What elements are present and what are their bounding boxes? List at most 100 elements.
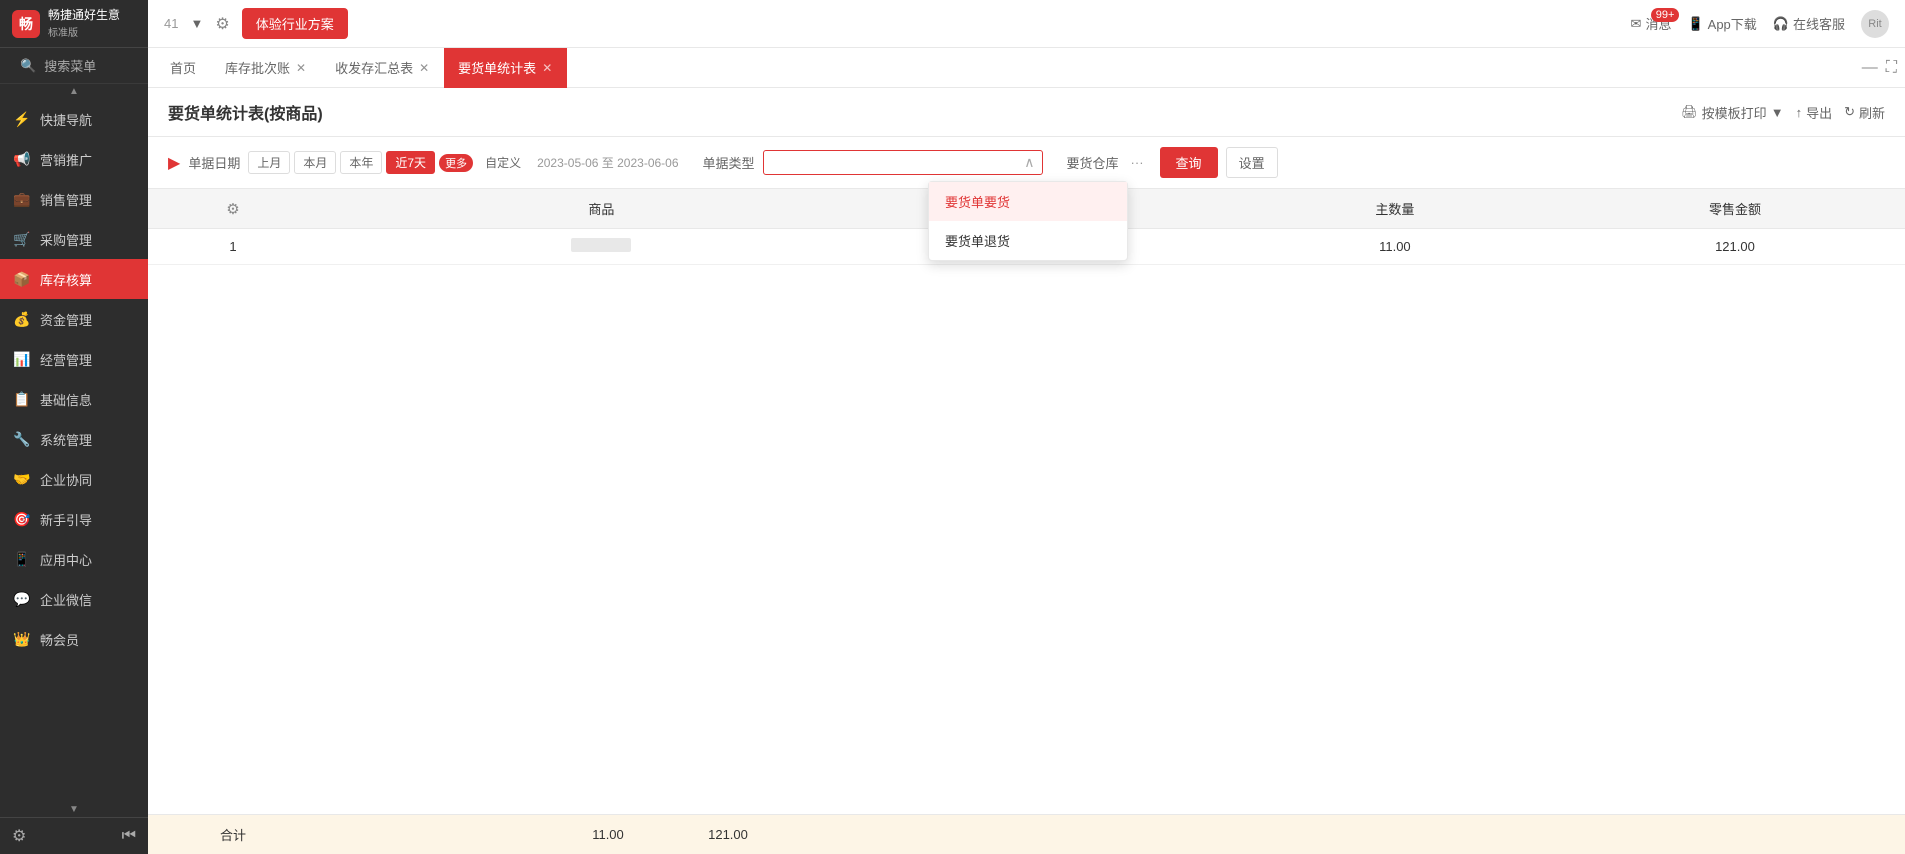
export-btn[interactable]: ↑ 导出 [1796,103,1833,122]
date-range-display: 2023-05-06 至 2023-06-06 [537,154,678,171]
collapse-icon[interactable]: ⏮ [122,827,136,845]
refresh-btn[interactable]: ↻ 刷新 [1844,103,1885,122]
tab-label-inventory-batch: 库存批次账 [225,58,290,77]
sidebar-item-operations[interactable]: 📊 经营管理 [0,339,148,379]
service-icon: 🎧 [1773,16,1789,32]
nav-icon-wechat: 💬 [12,589,32,609]
type-input-wrap: ∧ [763,150,1043,175]
header-gear-icon[interactable]: ⚙ [215,14,229,34]
sidebar-item-enterprise[interactable]: 🤝 企业协同 [0,459,148,499]
sidebar-bottom: ⚙ ⏮ [0,817,148,854]
type-dropdown: 要货单要货 要货单退货 [928,181,1128,261]
type-filter-input[interactable] [763,150,1043,175]
tab-fullscreen-icon[interactable]: ⛶ [1886,59,1897,77]
sidebar-scroll-up[interactable]: ▲ [0,84,148,99]
table-wrap: ⚙ 商品 主计量单位 主数量 零售金额 1 块 11.00 121.00 [148,189,1905,814]
refresh-label: 刷新 [1859,103,1885,122]
footer-label: 合计 [220,825,420,844]
logo-icon: 畅 [12,10,40,38]
nav-icon-basic: 📋 [12,389,32,409]
date-shortcuts: 上月 本月 本年 近7天 更多 自定义 [248,151,529,174]
sidebar-scroll-down[interactable]: ▼ [0,802,148,817]
footer-amount: 121.00 [668,827,788,842]
tab-close-receive-summary[interactable]: ✕ [419,61,429,75]
sidebar: 畅 畅捷通好生意 标准版 🔍 搜索菜单 ▲ ⚡ 快捷导航 📢 营销推广 💼 销售… [0,0,148,854]
nav-label-enterprise: 企业协同 [40,470,92,489]
tab-close-order-stats[interactable]: ✕ [542,61,552,75]
app-icon: 📱 [1687,16,1703,32]
dropdown-item-return[interactable]: 要货单退货 [929,221,1127,260]
nav-label-operations: 经营管理 [40,350,92,369]
tab-minimize-icon[interactable]: — [1862,59,1878,77]
nav-label-marketing: 营销推广 [40,150,92,169]
logo-text-wrap: 畅捷通好生意 标准版 [48,8,120,39]
sidebar-item-quick-nav[interactable]: ⚡ 快捷导航 [0,99,148,139]
tabs-bar: 首页库存批次账✕收发存汇总表✕要货单统计表✕ — ⛶ [148,48,1905,88]
sidebar-item-basic[interactable]: 📋 基础信息 [0,379,148,419]
sidebar-item-wechat[interactable]: 💬 企业微信 [0,579,148,619]
date-btn-last-month[interactable]: 上月 [248,151,290,174]
sidebar-item-appstore[interactable]: 📱 应用中心 [0,539,148,579]
print-label: 按模板打印 [1702,103,1767,122]
date-more-badge[interactable]: 更多 [439,154,473,172]
th-goods: 商品 [318,189,885,229]
search-menu[interactable]: 🔍 搜索菜单 [0,48,148,84]
tab-label-receive-summary: 收发存汇总表 [335,58,413,77]
th-amount: 零售金额 [1565,189,1905,229]
print-icon: 🖨 [1681,104,1698,120]
tab-close-inventory-batch[interactable]: ✕ [296,61,306,75]
refresh-icon: ↻ [1844,104,1855,120]
type-filter-label: 单据类型 [703,153,755,172]
page-header-actions: 🖨 按模板打印 ▼ ↑ 导出 ↻ 刷新 [1681,103,1885,134]
tab-receive-summary[interactable]: 收发存汇总表 ✕ [321,48,444,88]
sidebar-item-system[interactable]: 🔧 系统管理 [0,419,148,459]
messages-btn[interactable]: ✉ 消息 99+ [1631,14,1672,33]
set-btn[interactable]: 设置 [1226,147,1278,178]
query-btn[interactable]: 查询 [1160,147,1218,178]
sidebar-item-sales[interactable]: 💼 销售管理 [0,179,148,219]
sidebar-item-marketing[interactable]: 📢 营销推广 [0,139,148,179]
tab-inventory-batch[interactable]: 库存批次账 ✕ [211,48,321,88]
date-custom-btn[interactable]: 自定义 [477,152,529,173]
type-input-clear-icon[interactable]: ∧ [1024,154,1034,171]
filter-toggle-btn[interactable]: ▶ [168,153,180,173]
sidebar-item-finance[interactable]: 💰 资金管理 [0,299,148,339]
nav-icon-system: 🔧 [12,429,32,449]
tab-count-dropdown[interactable]: ▼ [190,16,203,31]
online-service-btn[interactable]: 🎧 在线客服 [1773,14,1845,33]
date-filter-label: 单据日期 [188,153,240,172]
chevron-down-icon: ▼ [190,16,203,31]
date-btn-this-year[interactable]: 本年 [340,151,382,174]
date-btn-7days[interactable]: 近7天 [386,151,435,174]
nav-icon-sales: 💼 [12,189,32,209]
sidebar-item-vip[interactable]: 👑 畅会员 [0,619,148,659]
app-download-btn[interactable]: 📱 App下载 [1687,14,1756,33]
date-btn-this-month[interactable]: 本月 [294,151,336,174]
page-title: 要货单统计表(按商品) [168,100,323,136]
nav-label-guide: 新手引导 [40,510,92,529]
sidebar-item-purchase[interactable]: 🛒 采购管理 [0,219,148,259]
nav-label-appstore: 应用中心 [40,550,92,569]
sidebar-item-guide[interactable]: 🎯 新手引导 [0,499,148,539]
goods-placeholder-0 [571,238,631,252]
sidebar-item-inventory[interactable]: 📦 库存核算 [0,259,148,299]
page-header: 要货单统计表(按商品) 🖨 按模板打印 ▼ ↑ 导出 ↻ 刷新 [148,88,1905,137]
warehouse-ellipsis-btn[interactable]: ··· [1131,155,1144,170]
main-area: 41 ▼ ⚙ 体验行业方案 ✉ 消息 99+ 📱 App下载 🎧 在线客服 Ri… [148,0,1905,854]
user-avatar[interactable]: Rit [1861,10,1889,38]
tab-home[interactable]: 首页 [156,48,211,88]
tab-order-stats[interactable]: 要货单统计表✕ [444,48,567,88]
header-left: 41 ▼ ⚙ 体验行业方案 [164,8,348,39]
print-chevron-icon: ▼ [1771,105,1784,120]
sidebar-nav: ⚡ 快捷导航 📢 营销推广 💼 销售管理 🛒 采购管理 📦 库存核算 💰 资金管… [0,99,148,802]
sidebar-logo: 畅 畅捷通好生意 标准版 [0,0,148,48]
dropdown-item-order[interactable]: 要货单要货 [929,182,1127,221]
search-icon: 🔍 [20,58,36,74]
th-gear[interactable]: ⚙ [148,189,318,229]
nav-icon-inventory: 📦 [12,269,32,289]
cell-goods-0 [318,229,885,265]
industry-btn[interactable]: 体验行业方案 [242,8,348,39]
nav-icon-guide: 🎯 [12,509,32,529]
settings-icon[interactable]: ⚙ [12,826,26,846]
print-template-btn[interactable]: 🖨 按模板打印 ▼ [1681,103,1783,122]
